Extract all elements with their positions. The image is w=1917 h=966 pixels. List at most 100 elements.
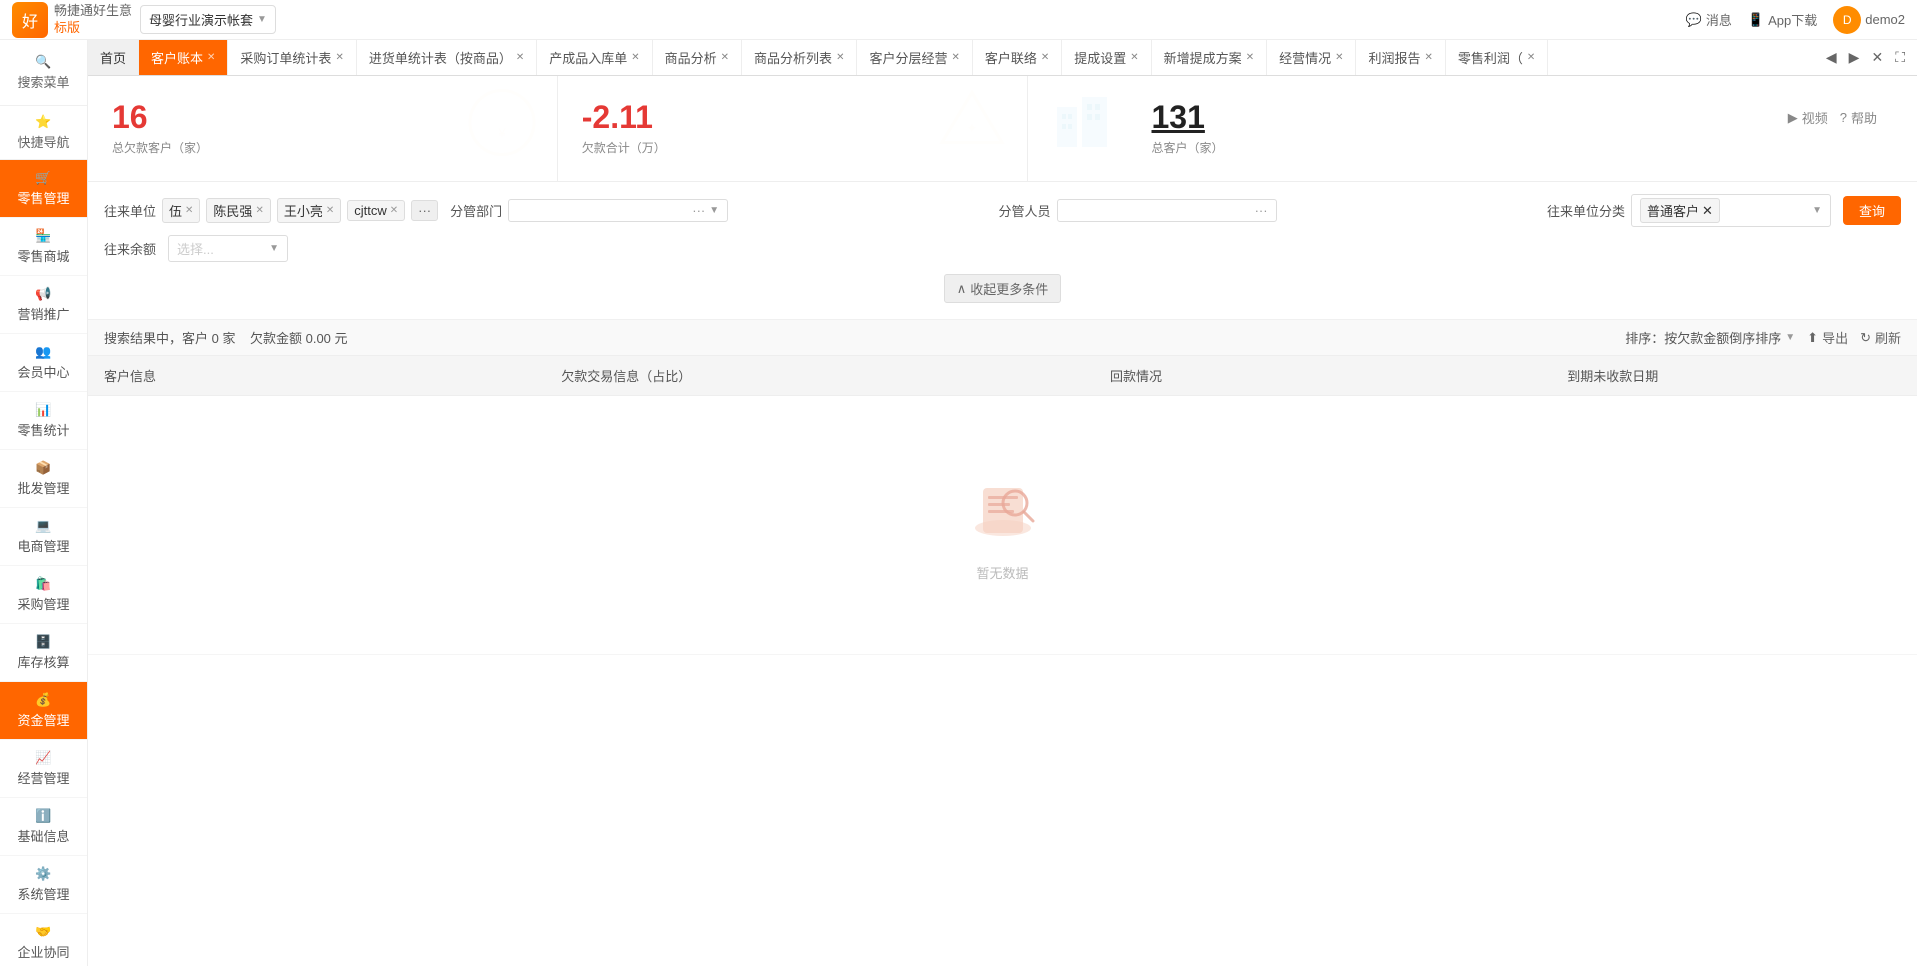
tab-home[interactable]: 首页 bbox=[88, 40, 139, 76]
person-select[interactable]: ··· bbox=[1057, 199, 1277, 222]
close-tab-icon[interactable]: ✕ bbox=[836, 52, 844, 63]
sidebar-item-batch-mgmt[interactable]: 📦 批发管理 bbox=[0, 450, 87, 508]
stat-label-amount: 欠款合计（万） bbox=[582, 139, 666, 156]
stat-info-amount: -2.11 欠款合计（万） bbox=[582, 101, 666, 156]
tab-goods-analysis-list[interactable]: 商品分析列表 ✕ bbox=[742, 40, 857, 76]
tab-close-all[interactable]: ✕ bbox=[1867, 47, 1887, 68]
tab-retail-profit[interactable]: 零售利润（ ✕ bbox=[1446, 40, 1548, 76]
stat-label-total: 总客户（家） bbox=[1152, 139, 1224, 156]
dept-dots-icon[interactable]: ··· bbox=[692, 203, 705, 218]
sidebar-item-purchase[interactable]: 🛍️ 采购管理 bbox=[0, 566, 87, 624]
filter-row-1: 往来单位 伍 ✕ 陈民强 ✕ 王小亮 bbox=[104, 194, 1901, 227]
quick-nav-button[interactable]: ⭐ 快捷导航 bbox=[0, 106, 87, 160]
close-tab-icon[interactable]: ✕ bbox=[1335, 52, 1343, 63]
tab-customer-contact[interactable]: 客户联络 ✕ bbox=[973, 40, 1062, 76]
tab-scroll-left[interactable]: ◀ bbox=[1822, 47, 1841, 68]
remove-unit-wu[interactable]: ✕ bbox=[185, 205, 193, 216]
data-table: 客户信息 欠款交易信息（占比） 回款情况 到期未收款日期 bbox=[88, 356, 1917, 655]
search-menu-button[interactable]: 🔍 搜索菜单 bbox=[8, 50, 79, 95]
stat-label-customers: 总欠款客户（家） bbox=[112, 139, 208, 156]
page-content: ¥ 16 总欠款客户（家） ✦ bbox=[88, 76, 1917, 966]
sidebar-item-retail-mgmt[interactable]: 🛒 零售管理 bbox=[0, 160, 87, 218]
tab-fullscreen[interactable]: ⛶ bbox=[1891, 47, 1909, 68]
dept-select[interactable]: ··· ▼ bbox=[508, 199, 728, 222]
dept-filter-label: 分管部门 bbox=[450, 201, 502, 220]
tab-promote-settings[interactable]: 提成设置 ✕ bbox=[1062, 40, 1151, 76]
close-tab-icon[interactable]: ✕ bbox=[1425, 52, 1433, 63]
avatar: D bbox=[1833, 6, 1861, 34]
sidebar-item-marketing[interactable]: 📢 营销推广 bbox=[0, 276, 87, 334]
sidebar-item-enterprise-coop[interactable]: 🤝 企业协同 bbox=[0, 914, 87, 966]
table-body: 暂无数据 bbox=[88, 396, 1917, 655]
sidebar-item-retail-stats[interactable]: 📊 零售统计 bbox=[0, 392, 87, 450]
person-filter-group: 分管人员 ··· bbox=[999, 199, 1535, 222]
collapse-row: ∧ 收起更多条件 bbox=[104, 270, 1901, 307]
close-tab-icon[interactable]: ✕ bbox=[631, 52, 639, 63]
sidebar-item-ecommerce[interactable]: 💻 电商管理 bbox=[0, 508, 87, 566]
tab-business-status[interactable]: 经营情况 ✕ bbox=[1267, 40, 1356, 76]
store-selector[interactable]: 母婴行业演示帐套 ▼ bbox=[140, 5, 276, 34]
purchase-icon: 🛍️ bbox=[35, 576, 51, 592]
sort-select[interactable]: 排序：按欠款金额倒序排序 ▼ bbox=[1625, 328, 1795, 347]
category-type-select[interactable]: 普通客户 ✕ ▼ bbox=[1631, 194, 1831, 227]
tab-customer-tier[interactable]: 客户分层经营 ✕ bbox=[857, 40, 972, 76]
close-tab-icon[interactable]: ✕ bbox=[207, 52, 215, 63]
query-button[interactable]: 查询 bbox=[1843, 196, 1901, 225]
close-tab-icon[interactable]: ✕ bbox=[1130, 52, 1138, 63]
unit-filter-tags: 伍 ✕ 陈民强 ✕ 王小亮 ✕ bbox=[162, 198, 438, 223]
person-dots-icon[interactable]: ··· bbox=[1255, 203, 1268, 218]
message-action[interactable]: 💬 消息 bbox=[1686, 10, 1732, 29]
app-download-action[interactable]: 📱 App下载 bbox=[1748, 10, 1817, 29]
close-tab-icon[interactable]: ✕ bbox=[516, 52, 524, 63]
sidebar-item-basic-info[interactable]: ℹ️ 基础信息 bbox=[0, 798, 87, 856]
table-header-row: 客户信息 欠款交易信息（占比） 回款情况 到期未收款日期 bbox=[88, 356, 1917, 396]
svg-text:✦: ✦ bbox=[966, 120, 977, 135]
app-icon: 📱 bbox=[1748, 12, 1764, 28]
bookmark-icon: ⭐ bbox=[35, 114, 51, 130]
video-btn[interactable]: ▶ 视频 bbox=[1788, 108, 1828, 127]
sidebar-item-finance[interactable]: 💰 资金管理 bbox=[0, 682, 87, 740]
tab-stock-in-stat[interactable]: 进货单统计表（按商品） ✕ bbox=[357, 40, 537, 76]
user-action[interactable]: D demo2 bbox=[1833, 6, 1905, 34]
top-bar-left: 好 畅捷通好生意 标版 母婴行业演示帐套 ▼ bbox=[12, 2, 276, 38]
balance-select[interactable]: 选择... ▼ bbox=[168, 235, 288, 262]
close-tab-icon[interactable]: ✕ bbox=[951, 52, 959, 63]
remove-unit-cjttcw[interactable]: ✕ bbox=[390, 205, 398, 216]
close-tab-icon[interactable]: ✕ bbox=[1041, 52, 1049, 63]
unit-more-button[interactable]: ··· bbox=[411, 200, 438, 221]
sidebar-item-ops[interactable]: 📈 经营管理 bbox=[0, 740, 87, 798]
tab-new-promote[interactable]: 新增提成方案 ✕ bbox=[1152, 40, 1267, 76]
remove-unit-chen[interactable]: ✕ bbox=[255, 205, 263, 216]
sidebar-search-section: 🔍 搜索菜单 bbox=[0, 40, 87, 106]
remove-unit-wang[interactable]: ✕ bbox=[326, 205, 334, 216]
sidebar-item-retail-mall[interactable]: 🏪 零售商城 bbox=[0, 218, 87, 276]
sort-label: 排序：按欠款金额倒序排序 bbox=[1625, 328, 1781, 347]
close-tab-icon[interactable]: ✕ bbox=[1527, 52, 1535, 63]
sidebar-item-sys-mgmt[interactable]: ⚙️ 系统管理 bbox=[0, 856, 87, 914]
stat-bg-yuan-icon: ¥ bbox=[467, 87, 537, 170]
refresh-button[interactable]: ↻ 刷新 bbox=[1860, 328, 1901, 347]
sidebar-item-member-center[interactable]: 👥 会员中心 bbox=[0, 334, 87, 392]
finance-icon: 💰 bbox=[35, 692, 51, 708]
remove-category[interactable]: ✕ bbox=[1702, 203, 1713, 219]
sidebar-item-inventory[interactable]: 🗄️ 库存核算 bbox=[0, 624, 87, 682]
tab-goods-analysis[interactable]: 商品分析 ✕ bbox=[653, 40, 742, 76]
close-tab-icon[interactable]: ✕ bbox=[335, 52, 343, 63]
tab-profit-report[interactable]: 利润报告 ✕ bbox=[1356, 40, 1445, 76]
page-top-actions: ▶ 视频 ? 帮助 bbox=[1772, 92, 1893, 135]
sort-chevron-icon: ▼ bbox=[1785, 332, 1795, 343]
tab-scroll-right[interactable]: ▶ bbox=[1845, 47, 1864, 68]
close-tab-icon[interactable]: ✕ bbox=[721, 52, 729, 63]
collapse-button[interactable]: ∧ 收起更多条件 bbox=[944, 274, 1062, 303]
help-btn[interactable]: ? 帮助 bbox=[1840, 108, 1877, 127]
result-info: 搜索结果中，客户 0 家 欠款金额 0.00 元 bbox=[104, 328, 348, 347]
tab-purchase-order[interactable]: 采购订单统计表 ✕ bbox=[228, 40, 356, 76]
stat-info-total: 131 总客户（家） bbox=[1152, 101, 1224, 156]
export-button[interactable]: ⬆ 导出 bbox=[1807, 328, 1848, 347]
tab-cost-stock[interactable]: 产成品入库单 ✕ bbox=[537, 40, 652, 76]
tab-customer-ledger[interactable]: 客户账本 ✕ bbox=[139, 40, 228, 76]
help-icon: ? bbox=[1840, 110, 1847, 125]
top-bar: 好 畅捷通好生意 标版 母婴行业演示帐套 ▼ 💬 消息 📱 App下载 D de… bbox=[0, 0, 1917, 40]
unit-tag-cjttcw: cjttcw ✕ bbox=[347, 200, 405, 221]
close-tab-icon[interactable]: ✕ bbox=[1246, 52, 1254, 63]
